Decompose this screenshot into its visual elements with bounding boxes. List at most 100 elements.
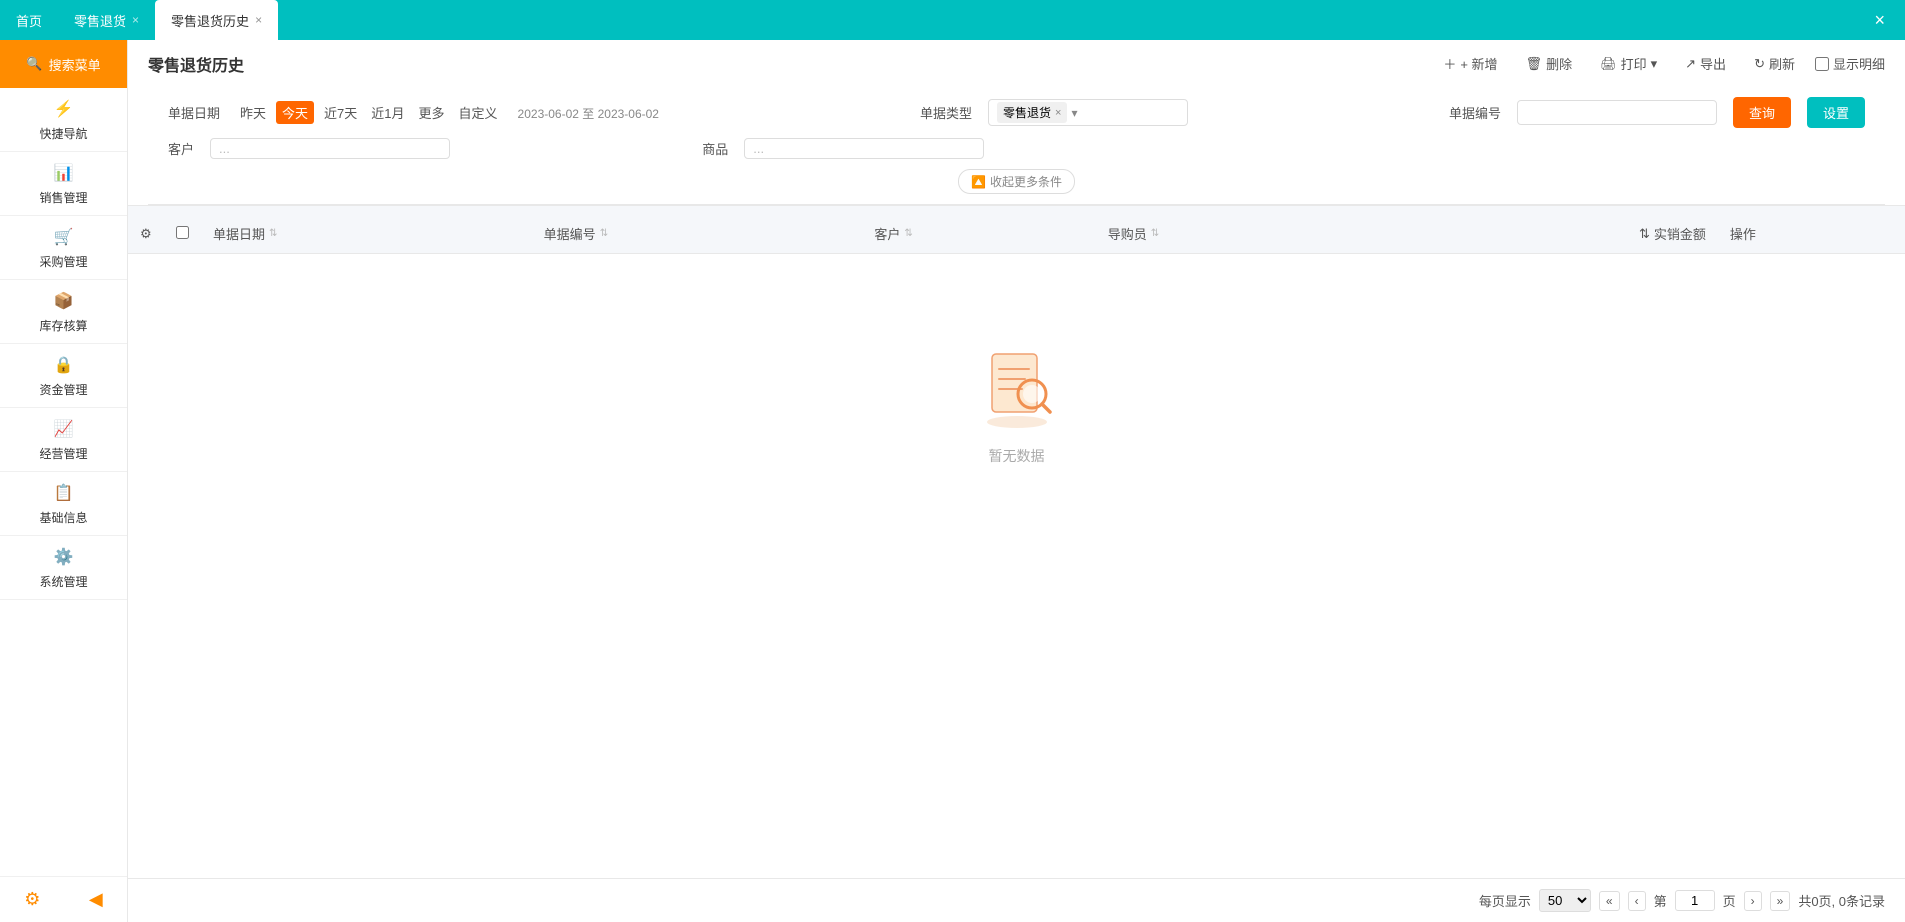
col-customer: 客户 ⇅	[862, 214, 1095, 254]
filter-bar: 单据日期 昨天 今天 近7天 近1月 更多 自定义 2023-06-02 至 2…	[148, 87, 1885, 205]
page-first-button[interactable]: «	[1599, 891, 1620, 911]
col-settings: ⚙	[128, 214, 164, 254]
print-button[interactable]: 🖨 打印 ▾	[1592, 50, 1665, 77]
page-prev-button[interactable]: ‹	[1628, 891, 1646, 911]
sidebar-item-finance[interactable]: 🔒 资金管理	[0, 344, 127, 408]
select-all-checkbox[interactable]	[176, 226, 189, 239]
new-icon: ＋	[1443, 54, 1456, 73]
refresh-button[interactable]: ↻ 刷新	[1746, 50, 1803, 77]
empty-text: 暂无数据	[989, 446, 1045, 466]
sidebar-item-inventory-label: 库存核算	[39, 317, 87, 334]
sidebar-item-sales-mgmt[interactable]: 📊 销售管理	[0, 152, 127, 216]
refresh-label: 刷新	[1769, 54, 1795, 73]
delete-icon: 🗑	[1526, 56, 1543, 72]
export-button[interactable]: ↗ 导出	[1677, 50, 1734, 77]
collapse-button[interactable]: 🔼 收起更多条件	[958, 169, 1075, 194]
per-page-label: 每页显示	[1479, 891, 1531, 910]
show-detail-label: 显示明细	[1833, 54, 1885, 73]
col-customer-sort-icon[interactable]: ⇅	[904, 228, 912, 239]
empty-state: 暂无数据	[128, 254, 1905, 546]
show-detail-checkbox[interactable]	[1815, 57, 1829, 71]
col-doc-number-sort-icon[interactable]: ⇅	[600, 228, 608, 239]
col-checkbox	[164, 214, 201, 254]
operations-icon: 📈	[52, 417, 76, 441]
collapse-up-icon: 🔼	[971, 175, 986, 189]
doc-number-label: 单据编号	[1449, 103, 1501, 122]
collapse-label: 收起更多条件	[990, 173, 1062, 190]
col-actual-amount-sort-icon[interactable]: ⇅	[1639, 226, 1650, 242]
tab-retail-return-history-label: 零售退货历史	[171, 11, 249, 30]
col-doc-number: 单据编号 ⇅	[532, 214, 863, 254]
col-doc-date-sort-icon[interactable]: ⇅	[269, 228, 277, 239]
tab-retail-return-history[interactable]: 零售退货历史 ×	[155, 0, 278, 40]
new-label: + 新增	[1460, 54, 1497, 73]
show-detail-container: 显示明细	[1815, 54, 1885, 73]
table-container: ⚙ 单据日期 ⇅ 单据编号	[128, 214, 1905, 878]
doc-type-label: 单据类型	[920, 103, 972, 122]
goods-input[interactable]	[764, 141, 975, 156]
finance-icon: 🔒	[52, 353, 76, 377]
system-mgmt-icon: ⚙️	[52, 545, 76, 569]
sidebar-item-purchase-mgmt-label: 采购管理	[39, 253, 87, 270]
col-doc-date: 单据日期 ⇅	[201, 214, 532, 254]
sidebar-search[interactable]: 🔍 搜索菜单	[0, 40, 127, 88]
date-opt-today[interactable]: 今天	[276, 101, 314, 124]
page-number-input[interactable]	[1675, 890, 1715, 911]
sidebar-item-operations[interactable]: 📈 经营管理	[0, 408, 127, 472]
sidebar-item-finance-label: 资金管理	[39, 381, 87, 398]
tab-retail-return[interactable]: 零售退货 ×	[58, 0, 155, 40]
col-doc-number-label: 单据编号	[544, 224, 596, 243]
new-button[interactable]: ＋ + 新增	[1435, 50, 1505, 77]
customer-input[interactable]	[230, 141, 441, 156]
page-header: 零售退货历史 ＋ + 新增 🗑 删除 🖨 打印 ▾	[128, 40, 1905, 206]
doc-type-dropdown-button[interactable]: ▾	[1067, 106, 1081, 120]
sidebar-item-inventory[interactable]: 📦 库存核算	[0, 280, 127, 344]
refresh-icon: ↻	[1754, 56, 1765, 72]
tab-retail-return-history-close[interactable]: ×	[255, 13, 262, 27]
sidebar-item-system-mgmt-label: 系统管理	[39, 573, 87, 590]
date-opt-last7[interactable]: 近7天	[320, 101, 361, 124]
print-icon: 🖨	[1600, 56, 1617, 72]
filter-row-1: 单据日期 昨天 今天 近7天 近1月 更多 自定义 2023-06-02 至 2…	[168, 97, 1865, 128]
content-area: 零售退货历史 ＋ + 新增 🗑 删除 🖨 打印 ▾	[128, 40, 1905, 922]
collapse-row: 🔼 收起更多条件	[168, 169, 1865, 194]
col-guide-label: 导购员	[1108, 224, 1147, 243]
sidebar-search-label: 搜索菜单	[49, 55, 101, 74]
doc-type-tag-label: 零售退货	[1003, 104, 1051, 121]
tab-home[interactable]: 首页	[0, 0, 58, 40]
date-opt-more[interactable]: 更多	[415, 101, 449, 124]
doc-number-input[interactable]	[1517, 100, 1717, 125]
doc-type-tag: 零售退货 ×	[997, 102, 1067, 123]
sidebar-collapse-button[interactable]: ◀	[89, 889, 103, 910]
date-opt-yesterday[interactable]: 昨天	[236, 101, 270, 124]
customer-filter: ...	[210, 138, 450, 159]
sidebar-item-quick-nav[interactable]: ⚡ 快捷导航	[0, 88, 127, 152]
window-close-button[interactable]: ×	[1870, 6, 1889, 35]
sidebar: 🔍 搜索菜单 ⚡ 快捷导航 📊 销售管理 🛒 采购管理 📦 库存核算 🔒 资金管…	[0, 40, 128, 922]
sidebar-item-basic-info-label: 基础信息	[39, 509, 87, 526]
query-button[interactable]: 查询	[1733, 97, 1791, 128]
page-last-button[interactable]: »	[1770, 891, 1791, 911]
sidebar-item-basic-info[interactable]: 📋 基础信息	[0, 472, 127, 536]
delete-button[interactable]: 🗑 删除	[1518, 50, 1581, 77]
date-opt-last1month[interactable]: 近1月	[367, 101, 408, 124]
sales-mgmt-icon: 📊	[52, 161, 76, 185]
col-guide-sort-icon[interactable]: ⇅	[1151, 228, 1159, 239]
date-opt-custom[interactable]: 自定义	[455, 101, 502, 124]
per-page-select[interactable]: 50 10 20 100	[1539, 889, 1591, 912]
doc-type-tag-close[interactable]: ×	[1055, 107, 1061, 119]
inventory-icon: 📦	[52, 289, 76, 313]
export-label: 导出	[1700, 54, 1726, 73]
sidebar-item-sales-mgmt-label: 销售管理	[39, 189, 87, 206]
col-action-label: 操作	[1730, 227, 1756, 242]
col-actual-amount: ⇅ 实销金额	[1378, 214, 1718, 254]
sidebar-item-system-mgmt[interactable]: ⚙️ 系统管理	[0, 536, 127, 600]
page-next-button[interactable]: ›	[1744, 891, 1762, 911]
table-header: ⚙ 单据日期 ⇅ 单据编号	[128, 214, 1905, 254]
sidebar-gear-button[interactable]: ⚙	[24, 889, 40, 910]
goods-label: 商品	[702, 139, 728, 158]
settings-button[interactable]: 设置	[1807, 97, 1865, 128]
sidebar-item-purchase-mgmt[interactable]: 🛒 采购管理	[0, 216, 127, 280]
tab-retail-return-close[interactable]: ×	[132, 13, 139, 27]
table-settings-icon[interactable]: ⚙	[140, 226, 152, 241]
